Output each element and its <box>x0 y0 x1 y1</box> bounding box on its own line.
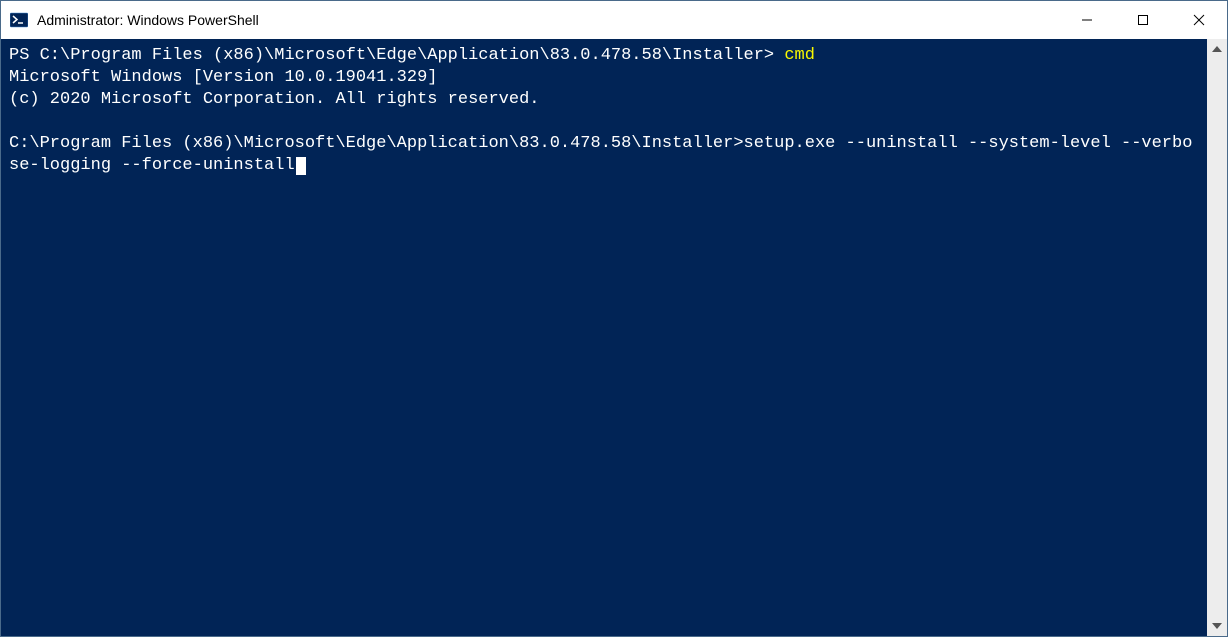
cmd-prompt: C:\Program Files (x86)\Microsoft\Edge\Ap… <box>9 134 744 153</box>
ps-command: cmd <box>784 46 815 65</box>
close-button[interactable] <box>1171 1 1227 39</box>
window-controls <box>1059 1 1227 39</box>
powershell-icon <box>9 10 29 30</box>
terminal-container: PS C:\Program Files (x86)\Microsoft\Edge… <box>1 39 1227 636</box>
copyright-line: (c) 2020 Microsoft Corporation. All righ… <box>9 90 540 109</box>
scroll-track[interactable] <box>1207 59 1227 616</box>
powershell-window: Administrator: Windows PowerShell PS C:\… <box>0 0 1228 637</box>
text-cursor <box>296 157 306 175</box>
minimize-button[interactable] <box>1059 1 1115 39</box>
version-line: Microsoft Windows [Version 10.0.19041.32… <box>9 68 437 87</box>
terminal-output[interactable]: PS C:\Program Files (x86)\Microsoft\Edge… <box>1 39 1207 636</box>
vertical-scrollbar[interactable] <box>1207 39 1227 636</box>
ps-prompt: PS C:\Program Files (x86)\Microsoft\Edge… <box>9 46 784 65</box>
scroll-down-button[interactable] <box>1207 616 1227 636</box>
titlebar[interactable]: Administrator: Windows PowerShell <box>1 1 1227 39</box>
maximize-button[interactable] <box>1115 1 1171 39</box>
window-title: Administrator: Windows PowerShell <box>37 12 1059 28</box>
scroll-up-button[interactable] <box>1207 39 1227 59</box>
